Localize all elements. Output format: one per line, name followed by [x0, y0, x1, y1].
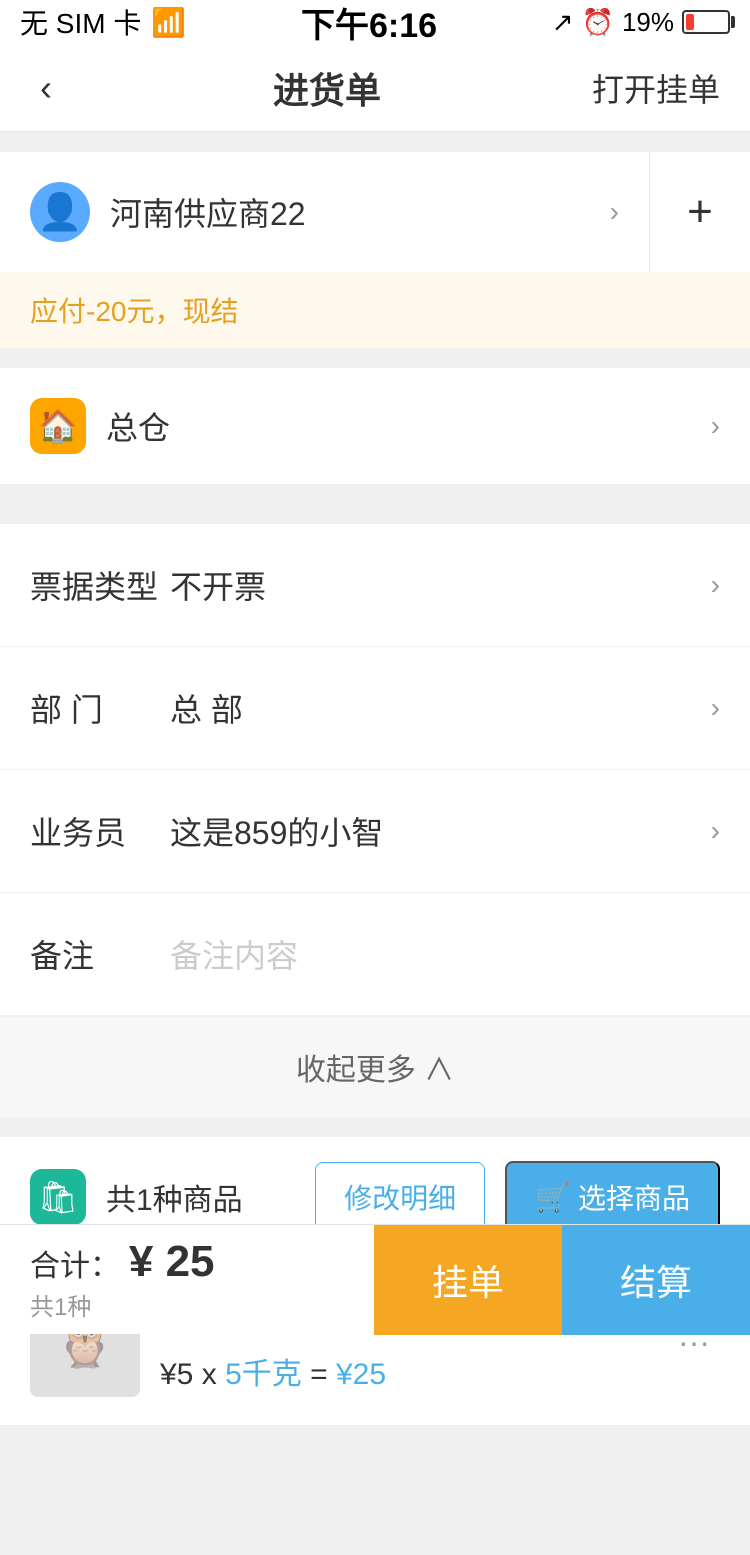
select-product-button[interactable]: 🛒 选择商品 [505, 1161, 720, 1233]
collapse-button[interactable]: 收起更多 ∧ [0, 1017, 750, 1117]
battery-icon [682, 10, 730, 34]
supplier-section: 👤 河南供应商22 › + [0, 152, 750, 272]
status-right: ↗ ⏰ 19% [552, 7, 730, 38]
page-title: 进货单 [273, 62, 381, 114]
warehouse-row[interactable]: 🏠 总仓 › [0, 368, 750, 484]
cart-icon: 🛒 [535, 1181, 570, 1214]
settle-button[interactable]: 结算 [562, 1225, 750, 1335]
chevron-right-icon: › [711, 569, 720, 601]
salesperson-label: 业务员 [30, 808, 170, 854]
salesperson-row[interactable]: 业务员 这是859的小智 › [0, 770, 750, 893]
product-icon: 🛍 [30, 1169, 86, 1225]
department-value: 总 部 [170, 685, 711, 731]
chevron-right-icon: › [711, 410, 720, 442]
remark-row[interactable]: 备注 备注内容 [0, 893, 750, 1015]
battery-percent: 19% [622, 7, 674, 38]
wifi-icon: 📶 [151, 6, 186, 39]
nav-bar: ‹ 进货单 打开挂单 [0, 44, 750, 132]
person-icon: 👤 [38, 191, 83, 233]
status-bar: 无 SIM 卡 📶 下午6:16 ↗ ⏰ 19% [0, 0, 750, 44]
time-label: 下午6:16 [301, 0, 437, 47]
supplier-row[interactable]: 👤 河南供应商22 › [0, 152, 650, 272]
total-count: 共1种 [30, 1287, 344, 1322]
chevron-right-icon: › [711, 815, 720, 847]
bottom-bar: 合计： ¥ 25 共1种 挂单 结算 [0, 1224, 750, 1334]
notice-bar: 应付-20元，现结 [0, 272, 750, 348]
product-price: ¥5 x 5千克 = ¥25 [160, 1349, 648, 1393]
total-label: 合计： [30, 1250, 120, 1283]
total-section: 合计： ¥ 25 共1种 [0, 1237, 374, 1322]
edit-detail-button[interactable]: 修改明细 [315, 1162, 485, 1232]
remark-label: 备注 [30, 931, 170, 977]
open-pending-button[interactable]: 打开挂单 [592, 65, 720, 111]
location-icon: ↗ [552, 7, 574, 38]
back-button[interactable]: ‹ [30, 57, 62, 119]
chevron-right-icon: › [610, 196, 619, 228]
product-count: 共1种商品 [106, 1175, 295, 1219]
alarm-icon: ⏰ [582, 7, 614, 38]
remark-input[interactable]: 备注内容 [170, 931, 720, 977]
home-icon: 🏠 [38, 407, 78, 445]
pend-button[interactable]: 挂单 [374, 1225, 562, 1335]
shopping-bag-icon: 🛍 [38, 1178, 79, 1216]
warehouse-name: 总仓 [106, 403, 711, 449]
invoice-type-row[interactable]: 票据类型 不开票 › [0, 524, 750, 647]
carrier-label: 无 SIM 卡 [20, 2, 141, 42]
total-amount: ¥ 25 [129, 1237, 215, 1286]
invoice-type-value: 不开票 [170, 562, 711, 608]
main-content: 👤 河南供应商22 › + 应付-20元，现结 🏠 总仓 › 票据类型 不开票 … [0, 132, 750, 1555]
department-label: 部 门 [30, 685, 170, 731]
avatar: 👤 [30, 182, 90, 242]
invoice-type-label: 票据类型 [30, 562, 170, 608]
department-row[interactable]: 部 门 总 部 › [0, 647, 750, 770]
salesperson-value: 这是859的小智 [170, 808, 711, 854]
form-card: 票据类型 不开票 › 部 门 总 部 › 业务员 这是859的小智 › 备注 备… [0, 524, 750, 1015]
add-supplier-button[interactable]: + [650, 152, 750, 272]
warehouse-icon: 🏠 [30, 398, 86, 454]
supplier-name: 河南供应商22 [110, 189, 610, 235]
chevron-right-icon: › [711, 692, 720, 724]
status-left: 无 SIM 卡 📶 [20, 2, 186, 42]
